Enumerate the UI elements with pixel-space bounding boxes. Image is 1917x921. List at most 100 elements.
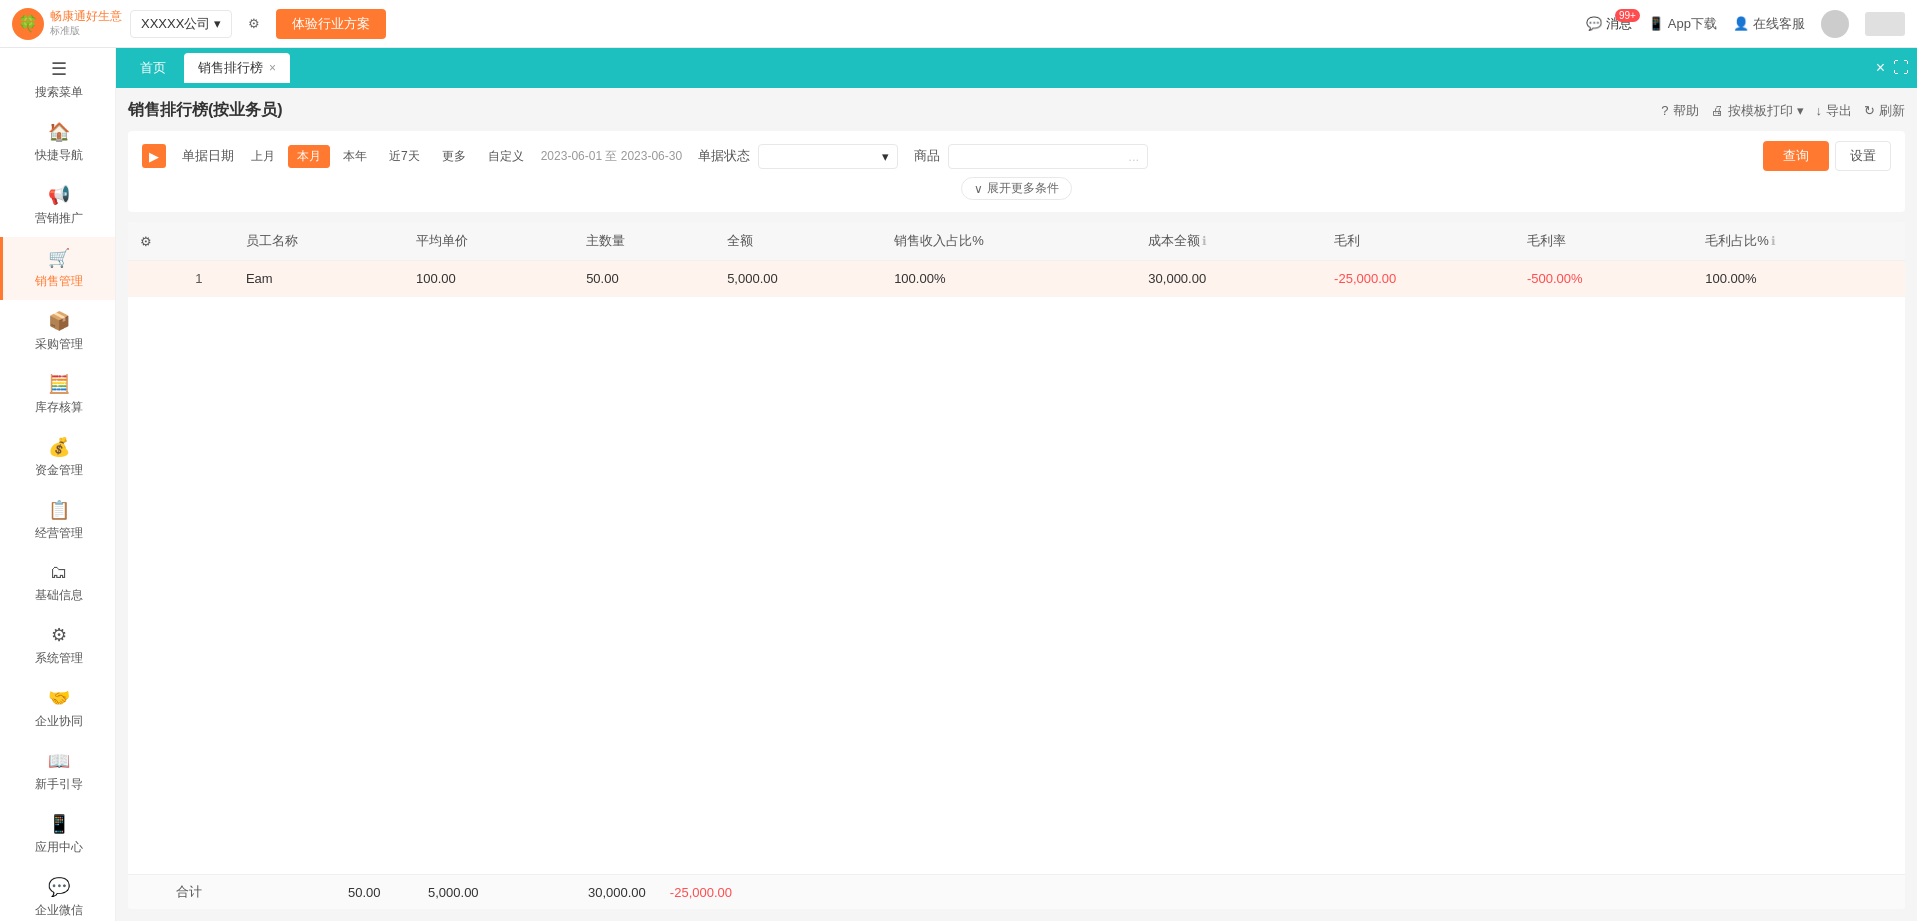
date-btn-custom[interactable]: 自定义: [479, 145, 533, 168]
tab-close-button[interactable]: ×: [1876, 59, 1885, 77]
status-select[interactable]: ▾: [758, 144, 898, 169]
filter-row-1: ▶ 单据日期 上月 本月 本年 近7天 更多 自定义 2023-06-01 至 …: [142, 141, 1891, 171]
page-content: 销售排行榜(按业务员) ? 帮助 🖨 按模板打印 ▾ ↓ 导出: [116, 88, 1917, 921]
date-btn-this-year[interactable]: 本年: [334, 145, 376, 168]
search-menu-icon: ☰: [51, 58, 67, 80]
company-selector[interactable]: XXXXX公司 ▾: [130, 10, 232, 38]
query-button[interactable]: 查询: [1763, 141, 1829, 171]
table-wrapper: ⚙ 员工名称 平均单价 主数量 全额 销售收入占比% 成本全额: [128, 222, 1905, 909]
sidebar-item-system[interactable]: ⚙ 系统管理: [0, 614, 115, 677]
footer-gross: -25,000.00: [658, 885, 744, 900]
apps-icon: 📱: [48, 813, 70, 835]
wechat-icon: 💬: [48, 876, 70, 898]
col-name: 员工名称: [234, 222, 404, 261]
trial-button[interactable]: 体验行业方案: [276, 9, 386, 39]
date-btn-last-month[interactable]: 上月: [242, 145, 284, 168]
date-buttons: 上月 本月 本年 近7天 更多 自定义: [242, 145, 533, 168]
filter-toggle-button[interactable]: ▶: [142, 144, 166, 168]
sidebar-item-search-label: 搜索菜单: [35, 84, 83, 101]
sidebar-item-finance[interactable]: 💰 资金管理: [0, 426, 115, 489]
sidebar-item-quick-nav[interactable]: 🏠 快捷导航: [0, 111, 115, 174]
cell-gross-rate: -500.00%: [1515, 261, 1693, 297]
logo-area: 🍀 畅康通好生意 标准版: [12, 8, 122, 40]
footer-cells: 50.00 5,000.00 30,000.00 -25,000.00: [256, 885, 1893, 900]
service-icon: 👤: [1733, 16, 1749, 31]
sidebar-item-guide-label: 新手引导: [35, 776, 83, 793]
enterprise-icon: 🤝: [48, 687, 70, 709]
tab-close-icon[interactable]: ×: [269, 61, 276, 75]
print-button[interactable]: 🖨 按模板打印 ▾: [1711, 102, 1804, 120]
main-layout: ☰ 搜索菜单 🏠 快捷导航 📢 营销推广 🛒 销售管理 📦 采购管理 🧮 库存核…: [0, 48, 1917, 921]
operation-icon: 📋: [48, 499, 70, 521]
gross-pct-help-icon[interactable]: ℹ: [1771, 234, 1776, 248]
date-label: 单据日期: [182, 147, 234, 165]
sidebar-item-purchase-label: 采购管理: [35, 336, 83, 353]
col-amount: 全额: [715, 222, 882, 261]
help-label: 帮助: [1673, 102, 1699, 120]
sidebar-item-guide[interactable]: 📖 新手引导: [0, 740, 115, 803]
date-btn-more[interactable]: 更多: [433, 145, 475, 168]
tab-expand-button[interactable]: ⛶: [1893, 59, 1909, 77]
cell-gross-pct: 100.00%: [1693, 261, 1905, 297]
user-name-area[interactable]: [1865, 12, 1905, 36]
app-download-button[interactable]: 📱 App下载: [1648, 15, 1717, 33]
logo-sub: 标准版: [50, 24, 122, 38]
expand-row: ∨ 展开更多条件: [142, 171, 1891, 202]
help-icon: ?: [1661, 103, 1668, 118]
page-title: 销售排行榜(按业务员): [128, 100, 283, 121]
page-header: 销售排行榜(按业务员) ? 帮助 🖨 按模板打印 ▾ ↓ 导出: [128, 100, 1905, 121]
sidebar-item-apps[interactable]: 📱 应用中心: [0, 803, 115, 866]
sidebar-item-search[interactable]: ☰ 搜索菜单: [0, 48, 115, 111]
cost-help-icon[interactable]: ℹ: [1202, 234, 1207, 248]
table-area: ⚙ 员工名称 平均单价 主数量 全额 销售收入占比% 成本全额: [128, 222, 1905, 874]
sidebar-item-operation-label: 经营管理: [35, 525, 83, 542]
col-settings[interactable]: ⚙: [128, 222, 164, 261]
footer-sales-pct: [496, 885, 576, 900]
sidebar-item-purchase[interactable]: 📦 采购管理: [0, 300, 115, 363]
logo-icon: 🍀: [12, 8, 44, 40]
cell-sales-pct: 100.00%: [882, 261, 1136, 297]
settings-icon[interactable]: ⚙: [240, 10, 268, 38]
sidebar-item-operation[interactable]: 📋 经营管理: [0, 489, 115, 552]
home-icon: 🏠: [48, 121, 70, 143]
cell-name: Eam: [234, 261, 404, 297]
export-label: 导出: [1826, 102, 1852, 120]
goods-input[interactable]: ...: [948, 144, 1148, 169]
expand-chevron-icon: ∨: [974, 182, 983, 196]
refresh-button[interactable]: ↻ 刷新: [1864, 102, 1905, 120]
cell-amount: 5,000.00: [715, 261, 882, 297]
app-label: App下载: [1668, 15, 1717, 33]
query-actions: 查询 设置: [1763, 141, 1891, 171]
message-button[interactable]: 💬 消息 99+: [1586, 15, 1632, 33]
export-button[interactable]: ↓ 导出: [1816, 102, 1853, 120]
sidebar-item-inventory-label: 库存核算: [35, 399, 83, 416]
status-filter-item: 单据状态 ▾: [698, 144, 898, 169]
expand-button[interactable]: ∨ 展开更多条件: [961, 177, 1072, 200]
sidebar-item-inventory[interactable]: 🧮 库存核算: [0, 363, 115, 426]
sidebar-item-wechat[interactable]: 💬 企业微信: [0, 866, 115, 921]
export-icon: ↓: [1816, 103, 1823, 118]
help-button[interactable]: ? 帮助: [1661, 102, 1698, 120]
cell-avg-price: 100.00: [404, 261, 574, 297]
print-chevron-icon: ▾: [1797, 103, 1804, 118]
settings-button[interactable]: 设置: [1835, 141, 1891, 171]
footer-total-label: 合计: [176, 883, 256, 901]
sidebar-item-sales[interactable]: 🛒 销售管理: [0, 237, 115, 300]
basic-icon: 🗂: [50, 562, 68, 583]
table-header: ⚙ 员工名称 平均单价 主数量 全额 销售收入占比% 成本全额: [128, 222, 1905, 261]
sidebar-item-basic[interactable]: 🗂 基础信息: [0, 552, 115, 614]
sidebar-item-enterprise[interactable]: 🤝 企业协同: [0, 677, 115, 740]
col-gross-pct: 毛利占比% ℹ: [1693, 222, 1905, 261]
goods-more-icon: ...: [1128, 149, 1139, 164]
date-btn-this-month[interactable]: 本月: [288, 145, 330, 168]
sidebar-item-marketing[interactable]: 📢 营销推广: [0, 174, 115, 237]
tab-sales-ranking[interactable]: 销售排行榜 ×: [184, 53, 290, 83]
date-btn-7days[interactable]: 近7天: [380, 145, 429, 168]
tab-bar: 首页 销售排行榜 × × ⛶: [116, 48, 1917, 88]
tab-home[interactable]: 首页: [124, 53, 182, 83]
online-service-button[interactable]: 👤 在线客服: [1733, 15, 1805, 33]
sidebar-item-marketing-label: 营销推广: [35, 210, 83, 227]
sidebar: ☰ 搜索菜单 🏠 快捷导航 📢 营销推广 🛒 销售管理 📦 采购管理 🧮 库存核…: [0, 48, 116, 921]
avatar[interactable]: [1821, 10, 1849, 38]
status-label: 单据状态: [698, 147, 750, 165]
